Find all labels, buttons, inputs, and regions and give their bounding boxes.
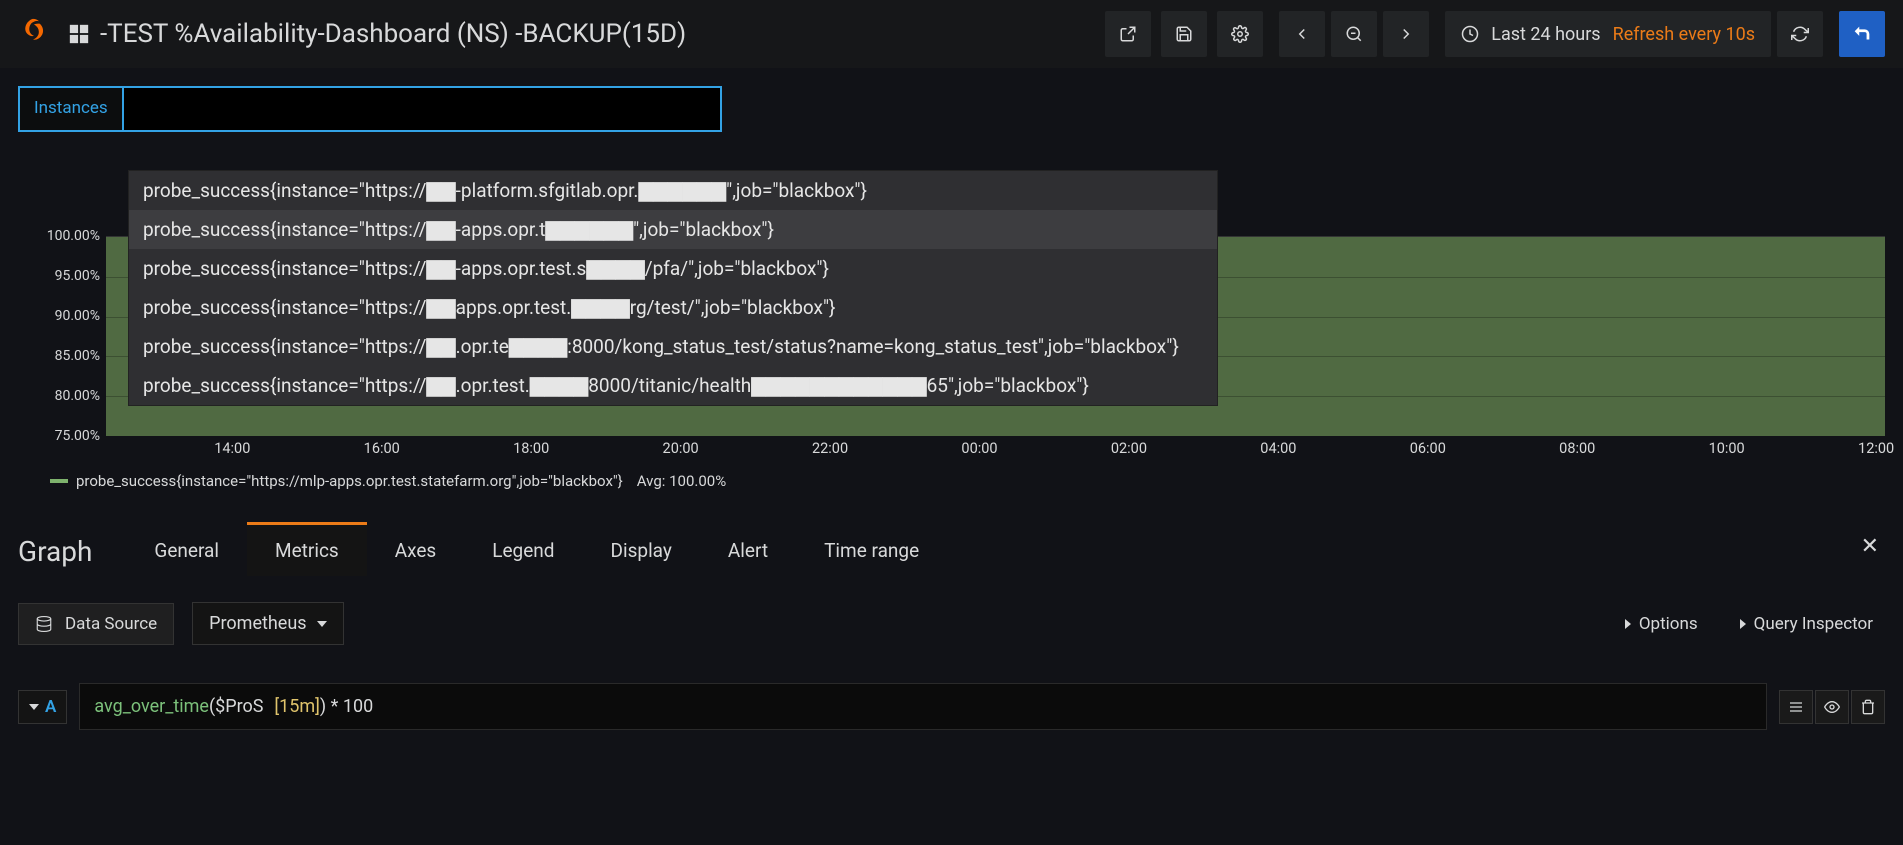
query-inspector-button[interactable]: Query Inspector — [1728, 606, 1885, 642]
x-axis: 14:00 16:00 18:00 20:00 22:00 00:00 02:0… — [106, 440, 1885, 460]
x-tick: 04:00 — [1260, 440, 1296, 457]
datasource-name: Prometheus — [209, 613, 306, 634]
top-bar: -TEST %Availability-Dashboard (NS) -BACK… — [0, 0, 1903, 68]
query-row-toggle[interactable]: A — [18, 690, 67, 724]
tab-time-range[interactable]: Time range — [796, 525, 947, 576]
chevron-left-icon — [1293, 25, 1311, 43]
variable-value-input[interactable] — [122, 86, 722, 132]
y-tick: 75.00% — [55, 428, 100, 444]
y-tick: 100.00% — [47, 228, 100, 244]
y-tick: 85.00% — [55, 348, 100, 364]
chevron-right-icon — [1397, 25, 1415, 43]
settings-button[interactable] — [1217, 11, 1263, 57]
variable-option[interactable]: probe_success{instance="https://▇▇apps.o… — [129, 288, 1217, 327]
trash-icon — [1860, 699, 1876, 715]
time-range-picker[interactable]: Last 24 hours Refresh every 10s — [1445, 11, 1771, 57]
tab-display[interactable]: Display — [583, 525, 700, 576]
time-back-button[interactable] — [1279, 11, 1325, 57]
save-icon — [1175, 25, 1193, 43]
chart-legend: probe_success{instance="https://mlp-apps… — [50, 472, 726, 490]
query-menu-button[interactable] — [1779, 690, 1813, 724]
share-button[interactable] — [1105, 11, 1151, 57]
y-tick: 95.00% — [55, 268, 100, 284]
time-range-label: Last 24 hours — [1491, 24, 1600, 45]
y-tick: 80.00% — [55, 388, 100, 404]
query-var: $ProS — [215, 696, 263, 717]
refresh-button[interactable] — [1777, 11, 1823, 57]
dashboard-picker-button[interactable]: -TEST %Availability-Dashboard (NS) -BACK… — [58, 13, 696, 55]
query-range: [15m] — [274, 696, 320, 717]
x-tick: 12:00 — [1858, 440, 1894, 457]
time-forward-button[interactable] — [1383, 11, 1429, 57]
caret-right-icon — [1740, 619, 1746, 629]
y-axis: 100.00% 95.00% 90.00% 85.00% 80.00% 75.0… — [18, 236, 106, 436]
query-fn: avg_over_time — [94, 696, 209, 717]
save-button[interactable] — [1161, 11, 1207, 57]
x-tick: 08:00 — [1559, 440, 1595, 457]
query-expression-input[interactable]: avg_over_time($ProS [15m]) * 100 — [79, 683, 1767, 730]
caret-down-icon — [317, 621, 327, 627]
query-options-toggle[interactable]: Options — [1613, 606, 1710, 642]
refresh-icon — [1791, 25, 1809, 43]
tab-legend[interactable]: Legend — [464, 525, 582, 576]
caret-down-icon — [29, 704, 39, 710]
variable-option[interactable]: probe_success{instance="https://▇▇.opr.t… — [129, 327, 1217, 366]
refresh-interval-label: Refresh every 10s — [1613, 24, 1755, 45]
query-action-icons — [1779, 690, 1885, 724]
zoom-out-icon — [1345, 25, 1363, 43]
return-arrow-icon — [1851, 23, 1873, 45]
gear-icon — [1231, 25, 1249, 43]
options-label: Options — [1639, 614, 1698, 634]
dashboard-title: -TEST %Availability-Dashboard (NS) -BACK… — [100, 19, 686, 49]
datasource-label-text: Data Source — [65, 614, 157, 634]
x-tick: 02:00 — [1111, 440, 1147, 457]
x-tick: 06:00 — [1410, 440, 1446, 457]
datasource-select[interactable]: Prometheus — [192, 602, 343, 645]
datasource-row: Data Source Prometheus Options Query Ins… — [18, 602, 1885, 645]
tab-axes[interactable]: Axes — [367, 525, 465, 576]
inspector-label: Query Inspector — [1754, 614, 1873, 634]
query-row: A avg_over_time($ProS [15m]) * 100 — [18, 683, 1885, 730]
x-tick: 18:00 — [513, 440, 549, 457]
query-toggle-visibility-button[interactable] — [1815, 690, 1849, 724]
zoom-out-button[interactable] — [1331, 11, 1377, 57]
variable-option[interactable]: probe_success{instance="https://▇▇.opr.t… — [129, 366, 1217, 405]
tab-metrics[interactable]: Metrics — [247, 522, 367, 576]
datasource-label-badge: Data Source — [18, 603, 174, 645]
variable-option[interactable]: probe_success{instance="https://▇▇-platf… — [129, 171, 1217, 210]
back-to-dashboard-button[interactable] — [1839, 11, 1885, 57]
database-icon — [35, 615, 53, 633]
tab-alert[interactable]: Alert — [700, 525, 796, 576]
query-delete-button[interactable] — [1851, 690, 1885, 724]
x-tick: 14:00 — [214, 440, 250, 457]
close-editor-button[interactable]: ✕ — [1861, 534, 1879, 559]
panel-type-label: Graph — [18, 535, 92, 576]
x-tick: 00:00 — [961, 440, 997, 457]
grafana-logo-icon[interactable] — [18, 17, 48, 51]
legend-avg-value: Avg: 100.00% — [637, 472, 726, 490]
legend-swatch — [50, 479, 68, 483]
variable-dropdown: probe_success{instance="https://▇▇-platf… — [128, 170, 1218, 406]
caret-right-icon — [1625, 619, 1631, 629]
y-tick: 90.00% — [55, 308, 100, 324]
x-tick: 22:00 — [812, 440, 848, 457]
legend-series-name[interactable]: probe_success{instance="https://mlp-apps… — [76, 472, 623, 490]
share-icon — [1119, 25, 1137, 43]
query-suffix: ) * 100 — [320, 696, 373, 717]
dashboard-grid-icon — [68, 23, 90, 45]
variable-option[interactable]: probe_success{instance="https://▇▇-apps.… — [129, 249, 1217, 288]
x-tick: 20:00 — [663, 440, 699, 457]
panel-editor-tabs: Graph General Metrics Axes Legend Displa… — [0, 520, 1903, 576]
x-tick: 10:00 — [1709, 440, 1745, 457]
eye-icon — [1824, 699, 1840, 715]
tab-general[interactable]: General — [126, 525, 247, 576]
x-tick: 16:00 — [364, 440, 400, 457]
menu-icon — [1788, 699, 1804, 715]
template-variable-row: Instances — [0, 68, 1903, 150]
query-letter: A — [45, 697, 56, 717]
clock-icon — [1461, 25, 1479, 43]
variable-label: Instances — [18, 86, 122, 132]
variable-option[interactable]: probe_success{instance="https://▇▇-apps.… — [129, 210, 1217, 249]
